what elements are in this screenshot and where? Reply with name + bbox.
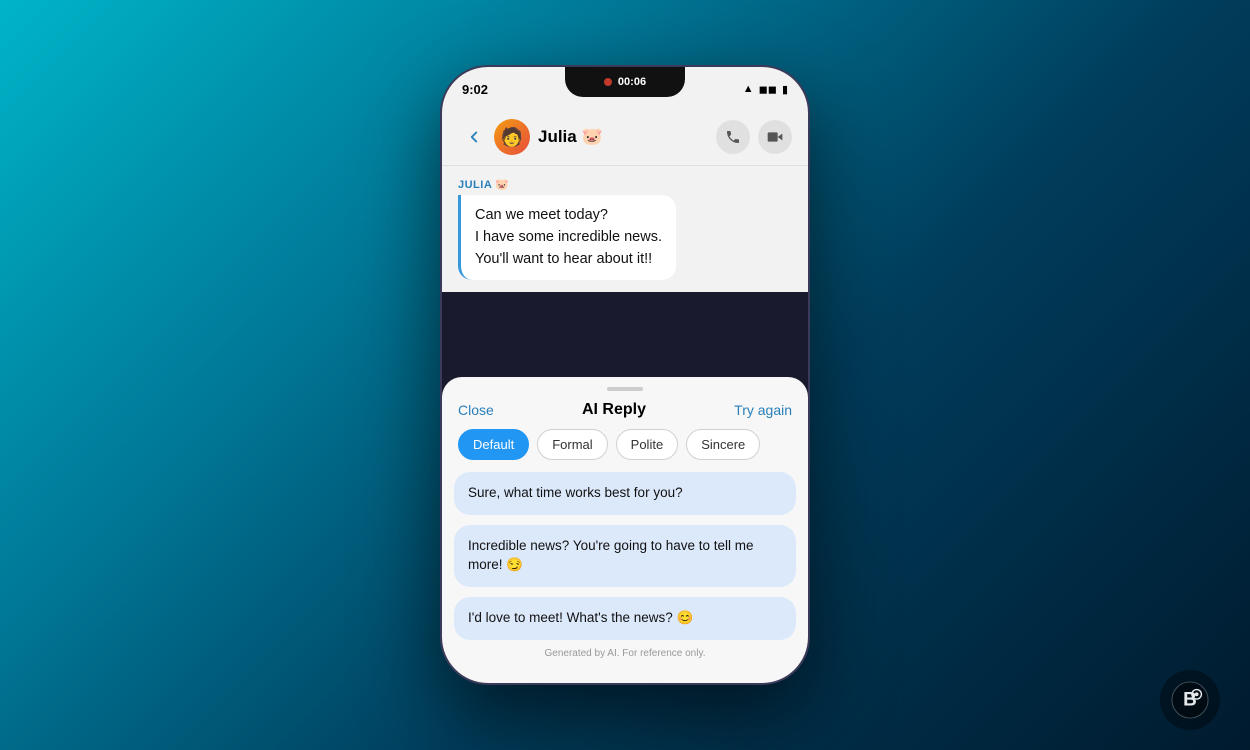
suggestions-list: Sure, what time works best for you? Incr… xyxy=(442,472,808,640)
status-bar: 9:02 00:06 ▲ ◼◼ ▮ xyxy=(442,67,808,111)
contact-info[interactable]: 🧑 Julia 🐷 xyxy=(494,119,716,155)
back-icon xyxy=(465,128,483,146)
battery-icon: ▮ xyxy=(782,83,788,96)
ai-reply-panel: Close AI Reply Try again Default Formal … xyxy=(442,377,808,683)
logo-symbol: B xyxy=(1160,670,1220,730)
tone-selector: Default Formal Polite Sincere xyxy=(442,429,808,472)
suggestion-2[interactable]: Incredible news? You're going to have to… xyxy=(454,525,796,587)
tone-formal[interactable]: Formal xyxy=(537,429,607,460)
message-bubble: Can we meet today? I have some incredibl… xyxy=(458,195,676,280)
nav-actions xyxy=(716,120,792,154)
video-icon xyxy=(767,129,783,145)
try-again-button[interactable]: Try again xyxy=(734,402,792,418)
notch: 00:06 xyxy=(565,67,685,97)
tone-polite[interactable]: Polite xyxy=(616,429,679,460)
status-icons: ▲ ◼◼ ▮ xyxy=(743,83,788,96)
chat-area: JULIA 🐷 Can we meet today? I have some i… xyxy=(442,166,808,292)
ai-title: AI Reply xyxy=(582,401,646,419)
ai-header: Close AI Reply Try again xyxy=(442,401,808,429)
phone-button[interactable] xyxy=(716,120,750,154)
message-line-2: I have some incredible news. xyxy=(475,229,662,245)
video-button[interactable] xyxy=(758,120,792,154)
recording-timer: 00:06 xyxy=(618,76,646,88)
sender-label: JULIA 🐷 xyxy=(458,178,792,191)
phone-icon xyxy=(725,129,741,145)
phone-frame: 9:02 00:06 ▲ ◼◼ ▮ 🧑 Julia 🐷 xyxy=(440,65,810,685)
suggestion-1[interactable]: Sure, what time works best for you? xyxy=(454,472,796,515)
suggestion-3[interactable]: I'd love to meet! What's the news? 😊 xyxy=(454,597,796,640)
close-button[interactable]: Close xyxy=(458,402,494,418)
svg-text:B: B xyxy=(1183,690,1197,711)
ai-footer: Generated by AI. For reference only. xyxy=(442,640,808,667)
contact-name: Julia 🐷 xyxy=(538,127,603,147)
back-button[interactable] xyxy=(458,121,490,153)
message-line-1: Can we meet today? xyxy=(475,207,608,223)
bereal-logo-svg: B xyxy=(1171,681,1209,719)
avatar: 🧑 xyxy=(494,119,530,155)
tone-default[interactable]: Default xyxy=(458,429,529,460)
message-line-3: You'll want to hear about it!! xyxy=(475,251,652,267)
tone-sincere[interactable]: Sincere xyxy=(686,429,760,460)
brand-logo: B xyxy=(1160,670,1220,730)
status-time: 9:02 xyxy=(462,82,488,97)
signal-icon: ◼◼ xyxy=(759,83,777,96)
recording-dot xyxy=(604,78,612,86)
wifi-icon: ▲ xyxy=(743,83,754,95)
panel-handle xyxy=(607,387,643,391)
nav-bar: 🧑 Julia 🐷 xyxy=(442,111,808,166)
